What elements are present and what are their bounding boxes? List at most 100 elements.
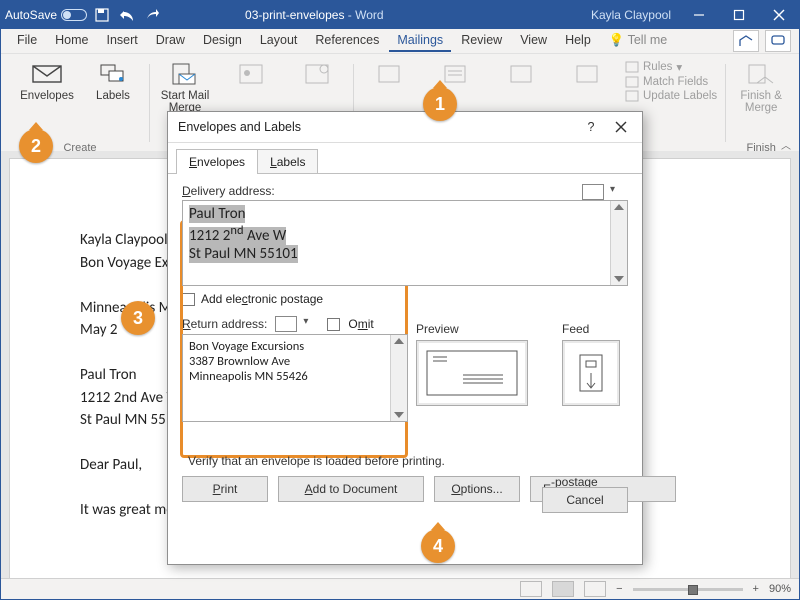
ribbon-tabs: File Home Insert Draw Design Layout Refe… bbox=[1, 29, 799, 54]
addr-line: Bon Voyage Excursions bbox=[189, 339, 304, 354]
redo-icon[interactable] bbox=[145, 9, 159, 21]
document-title: 03-print-envelopes - Word bbox=[245, 8, 384, 22]
step-4: 4 bbox=[421, 529, 455, 563]
collapse-ribbon-button[interactable]: ︿ bbox=[781, 137, 791, 152]
dialog-tabs: Envelopes Labels bbox=[168, 149, 642, 174]
save-icon[interactable] bbox=[95, 8, 109, 22]
verify-text: Verify that an envelope is loaded before… bbox=[188, 454, 445, 468]
dialog-help-button[interactable]: ? bbox=[576, 115, 606, 139]
dialog-header[interactable]: Envelopes and Labels ? bbox=[168, 112, 642, 143]
addr-line: St Paul MN 55101 bbox=[189, 245, 298, 263]
step-3: 3 bbox=[121, 301, 155, 335]
minimize-button[interactable] bbox=[679, 1, 719, 29]
tab-review[interactable]: Review bbox=[453, 30, 510, 52]
dialog-close-button[interactable] bbox=[606, 115, 636, 139]
zoom-in-button[interactable]: + bbox=[753, 583, 759, 595]
autosave-toggle[interactable]: AutoSave bbox=[5, 8, 87, 22]
rules-button[interactable]: Rules ▾ bbox=[625, 60, 717, 74]
zoom-out-button[interactable]: − bbox=[616, 583, 622, 595]
highlight-icon bbox=[373, 60, 405, 88]
tab-help[interactable]: Help bbox=[557, 30, 599, 52]
labels-button[interactable]: Labels bbox=[85, 60, 141, 102]
match-fields-button[interactable]: Match Fields bbox=[625, 76, 717, 88]
select-recipients-button[interactable] bbox=[223, 60, 279, 102]
tab-insert[interactable]: Insert bbox=[99, 30, 146, 52]
update-labels-button[interactable]: Update Labels bbox=[625, 90, 717, 102]
envelopes-button[interactable]: Envelopes bbox=[19, 60, 75, 102]
finish-icon bbox=[745, 60, 777, 88]
web-layout-button[interactable] bbox=[584, 581, 606, 597]
toggle-switch-icon bbox=[61, 9, 87, 21]
cancel-button[interactable]: Cancel bbox=[542, 487, 628, 513]
start-mail-merge-button[interactable]: Start Mail Merge bbox=[157, 60, 213, 114]
return-address-book-button[interactable] bbox=[275, 316, 297, 332]
share-button[interactable] bbox=[733, 30, 759, 52]
insert-merge-field-button[interactable] bbox=[559, 60, 615, 88]
update-icon bbox=[625, 90, 639, 102]
tab-references[interactable]: References bbox=[307, 30, 387, 52]
app-name: - Word bbox=[344, 8, 383, 22]
delivery-address-input[interactable]: Paul Tron 1212 2nd Ave W St Paul MN 5510… bbox=[182, 200, 628, 286]
zoom-level[interactable]: 90% bbox=[769, 583, 791, 595]
undo-icon[interactable] bbox=[119, 9, 135, 21]
tab-labels[interactable]: Labels bbox=[257, 149, 318, 174]
window-controls bbox=[679, 1, 799, 29]
tab-view[interactable]: View bbox=[512, 30, 555, 52]
envelope-icon bbox=[31, 60, 63, 88]
address-book-button[interactable] bbox=[582, 184, 604, 200]
envelope-preview[interactable] bbox=[416, 340, 528, 406]
tab-envelopes[interactable]: Envelopes bbox=[176, 149, 258, 174]
status-bar: − + 90% bbox=[1, 578, 799, 599]
tab-mailings[interactable]: Mailings bbox=[389, 30, 451, 52]
omit-checkbox[interactable] bbox=[327, 318, 340, 331]
scrollbar[interactable] bbox=[610, 201, 627, 285]
tab-file[interactable]: File bbox=[9, 30, 45, 52]
return-address-input[interactable]: Bon Voyage Excursions 3387 Brownlow Ave … bbox=[182, 334, 408, 422]
preview-label: Preview bbox=[416, 322, 528, 336]
envelopes-label: Envelopes bbox=[20, 90, 74, 102]
labels-icon bbox=[97, 60, 129, 88]
feed-label: Feed bbox=[562, 322, 620, 336]
addr-line: Paul Tron bbox=[189, 205, 245, 223]
match-icon bbox=[625, 76, 639, 88]
add-electronic-postage-checkbox[interactable]: Add electronic postage bbox=[182, 292, 628, 306]
delivery-address-label: Delivery address: bbox=[182, 184, 275, 198]
dialog-body: Delivery address: Paul Tron 1212 2nd Ave… bbox=[168, 173, 642, 525]
edit-recipients-icon bbox=[301, 60, 333, 88]
merge-field-icon bbox=[571, 60, 603, 88]
write-fields-small: Rules ▾ Match Fields Update Labels bbox=[625, 60, 717, 102]
finish-merge-button[interactable]: Finish & Merge bbox=[733, 60, 789, 114]
comments-button[interactable] bbox=[765, 30, 791, 52]
mail-merge-icon bbox=[169, 60, 201, 88]
quick-access-toolbar bbox=[95, 8, 159, 22]
edit-recipients-button[interactable] bbox=[289, 60, 345, 102]
scrollbar[interactable] bbox=[390, 335, 407, 421]
recipients-icon bbox=[235, 60, 267, 88]
read-mode-button[interactable] bbox=[520, 581, 542, 597]
highlight-fields-button[interactable] bbox=[361, 60, 417, 88]
finish-label: Finish & Merge bbox=[740, 90, 782, 114]
print-layout-button[interactable] bbox=[552, 581, 574, 597]
tab-layout[interactable]: Layout bbox=[252, 30, 306, 52]
maximize-button[interactable] bbox=[719, 1, 759, 29]
zoom-slider[interactable] bbox=[633, 588, 743, 591]
rules-icon bbox=[625, 61, 639, 73]
tab-home[interactable]: Home bbox=[47, 30, 96, 52]
greeting-line-button[interactable] bbox=[493, 60, 549, 88]
signed-in-user[interactable]: Kayla Claypool bbox=[591, 8, 671, 22]
preview-feed-row: Preview Feed bbox=[416, 322, 620, 406]
tab-design[interactable]: Design bbox=[195, 30, 250, 52]
print-button[interactable]: Print bbox=[182, 476, 268, 502]
close-icon bbox=[615, 121, 627, 133]
add-to-document-button[interactable]: Add to Document bbox=[278, 476, 424, 502]
tell-me[interactable]: 💡 Tell me bbox=[601, 30, 675, 53]
app-window: AutoSave 03-print-envelopes - Word Kayla… bbox=[0, 0, 800, 600]
close-button[interactable] bbox=[759, 1, 799, 29]
tab-draw[interactable]: Draw bbox=[148, 30, 193, 52]
feed-preview[interactable] bbox=[562, 340, 620, 406]
options-button[interactable]: Options... bbox=[434, 476, 520, 502]
addr-line: Minneapolis MN 55426 bbox=[189, 369, 308, 384]
envelopes-labels-dialog: Envelopes and Labels ? Envelopes Labels … bbox=[167, 111, 643, 565]
dialog-title: Envelopes and Labels bbox=[178, 120, 576, 134]
addr-line: 3387 Brownlow Ave bbox=[189, 354, 290, 369]
